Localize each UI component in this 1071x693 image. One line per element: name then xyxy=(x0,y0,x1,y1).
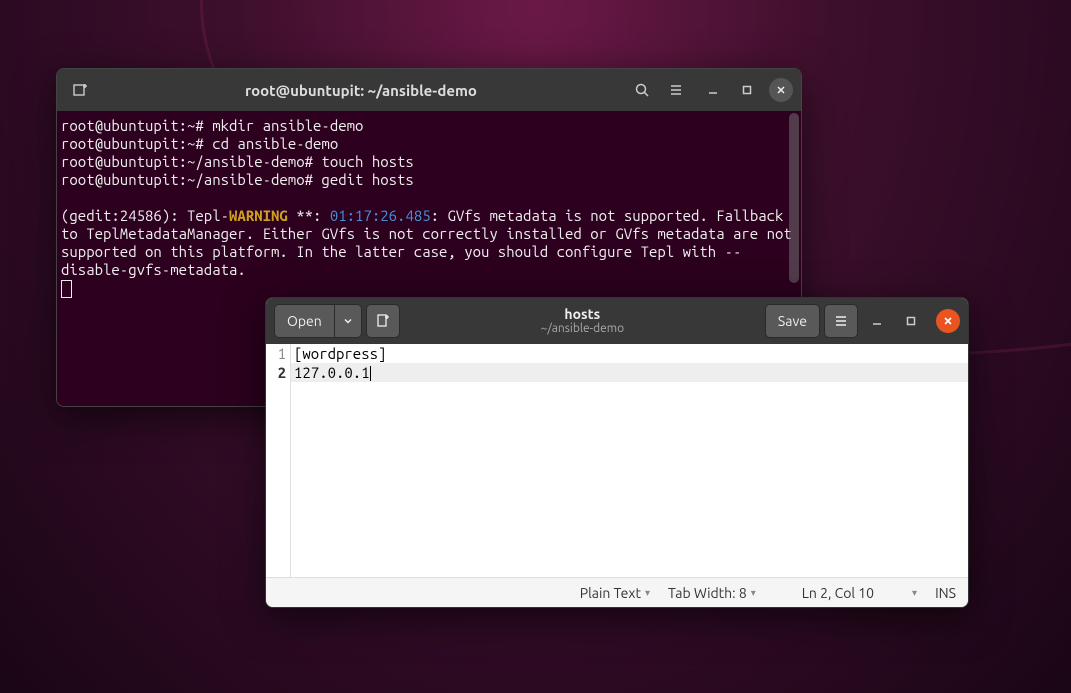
open-button[interactable]: Open xyxy=(274,304,334,338)
gedit-body: 1 2 [wordpress] 127.0.0.1 xyxy=(266,344,968,577)
maximize-button[interactable] xyxy=(735,78,759,102)
chevron-down-icon: ▾ xyxy=(912,587,917,599)
chevron-down-icon: ▾ xyxy=(751,587,756,599)
terminal-line: root@ubuntupit:~/ansible-demo# touch hos… xyxy=(61,153,797,171)
editor-line: [wordpress] xyxy=(291,344,968,363)
terminal-line: root@ubuntupit:~/ansible-demo# gedit hos… xyxy=(61,171,797,189)
minimize-button[interactable] xyxy=(701,78,725,102)
insert-mode[interactable]: INS xyxy=(935,585,956,601)
gedit-menu-button[interactable] xyxy=(824,304,858,338)
terminal-line: root@ubuntupit:~# cd ansible-demo xyxy=(61,135,797,153)
new-tab-icon xyxy=(72,82,88,98)
gedit-minimize-button[interactable] xyxy=(862,306,892,336)
close-button[interactable] xyxy=(769,78,793,102)
minimize-icon xyxy=(707,84,719,96)
chevron-down-icon: ▾ xyxy=(645,587,650,599)
cursor-position[interactable]: Ln 2, Col 10 ▾ xyxy=(802,585,917,601)
gedit-window: Open hosts ~/ansible-demo Save 1 2 xyxy=(265,297,969,608)
document-path: ~/ansible-demo xyxy=(404,322,761,335)
maximize-icon xyxy=(741,84,753,96)
terminal-line xyxy=(61,189,797,207)
tabwidth-selector[interactable]: Tab Width: 8▾ xyxy=(668,585,756,601)
terminal-line: root@ubuntupit:~# mkdir ansible-demo xyxy=(61,117,797,135)
search-icon xyxy=(634,82,650,98)
syntax-selector[interactable]: Plain Text▾ xyxy=(580,585,650,601)
maximize-icon xyxy=(905,315,917,327)
search-button[interactable] xyxy=(627,75,657,105)
gedit-close-button[interactable] xyxy=(936,309,960,333)
text-cursor xyxy=(370,366,371,381)
terminal-scrollbar[interactable] xyxy=(789,113,799,283)
save-button[interactable]: Save xyxy=(765,304,820,338)
editor-area[interactable]: [wordpress] 127.0.0.1 xyxy=(291,344,968,577)
terminal-cursor-line xyxy=(61,279,797,298)
close-icon xyxy=(775,84,787,96)
open-recent-button[interactable] xyxy=(334,304,362,338)
new-document-icon xyxy=(375,313,391,329)
close-icon xyxy=(942,315,954,327)
document-title: hosts xyxy=(404,307,761,322)
editor-line: 127.0.0.1 xyxy=(291,363,968,382)
menu-button[interactable] xyxy=(661,75,691,105)
line-number: 1 xyxy=(266,344,286,363)
hamburger-icon xyxy=(668,82,684,98)
line-number-gutter: 1 2 xyxy=(266,344,291,577)
open-button-group: Open xyxy=(274,304,362,338)
minimize-icon xyxy=(871,315,883,327)
new-tab-button[interactable] xyxy=(65,75,95,105)
line-number: 2 xyxy=(266,363,286,382)
gedit-maximize-button[interactable] xyxy=(896,306,926,336)
chevron-down-icon xyxy=(343,316,353,326)
terminal-header: root@ubuntupit: ~/ansible-demo xyxy=(57,69,801,111)
gedit-statusbar: Plain Text▾ Tab Width: 8▾ Ln 2, Col 10 ▾… xyxy=(266,577,968,608)
new-document-button[interactable] xyxy=(366,304,400,338)
hamburger-icon xyxy=(833,313,849,329)
gedit-header: Open hosts ~/ansible-demo Save xyxy=(266,298,968,344)
gedit-title-wrap: hosts ~/ansible-demo xyxy=(404,307,761,336)
terminal-warning: (gedit:24586): Tepl-WARNING **: 01:17:26… xyxy=(61,207,797,279)
terminal-title: root@ubuntupit: ~/ansible-demo xyxy=(99,82,623,99)
